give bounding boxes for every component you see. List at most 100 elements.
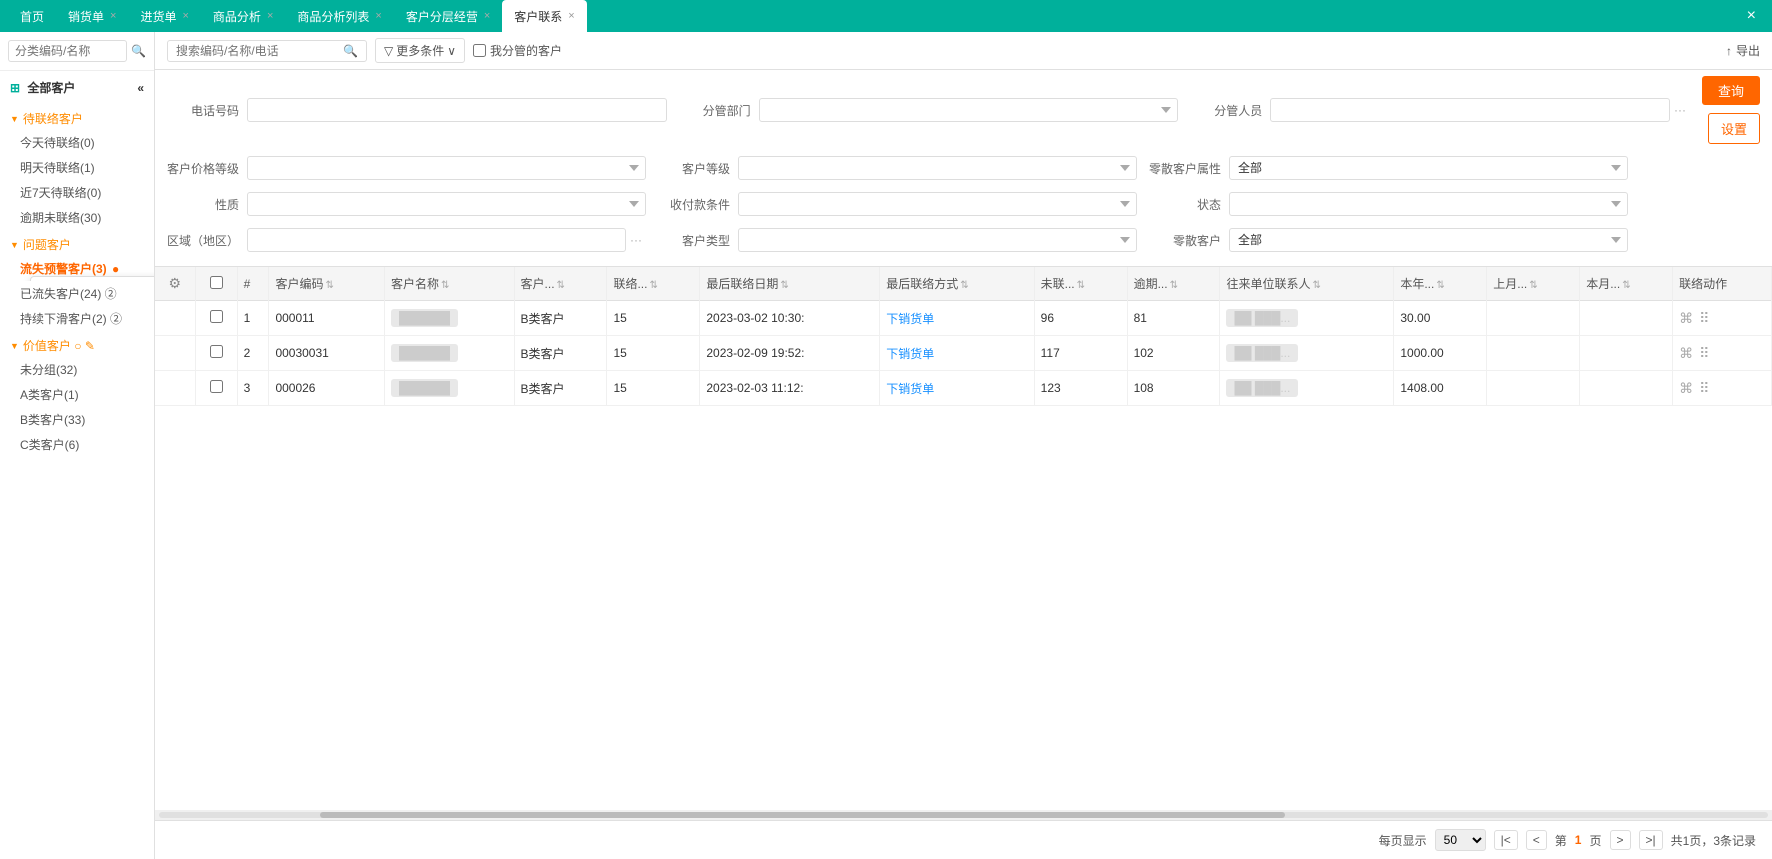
scrollbar-thumb[interactable] — [320, 812, 1285, 818]
td-last-contact-way-1[interactable]: 下销货单 — [880, 336, 1034, 371]
action-more-icon-1[interactable]: ⠿ — [1699, 345, 1709, 362]
th-last-month[interactable]: 上月...⇅ — [1487, 267, 1580, 301]
td-checkbox-0[interactable] — [195, 301, 237, 336]
filter-phone-input[interactable] — [247, 98, 667, 122]
sidebar-search-input[interactable] — [8, 40, 127, 62]
action-contact-icon-1[interactable]: ⌘ — [1679, 345, 1693, 362]
row-checkbox-2[interactable] — [210, 380, 223, 393]
tab-analysis[interactable]: 商品分析 × — [201, 0, 285, 32]
my-customers-checkbox[interactable] — [473, 44, 486, 57]
td-checkbox-1[interactable] — [195, 336, 237, 371]
filter-retail-attr-select[interactable]: 全部 — [1229, 156, 1628, 180]
filter-cust-type-select[interactable] — [738, 228, 1137, 252]
tab-purchase[interactable]: 进货单 × — [128, 0, 200, 32]
filter-search-icon[interactable]: 🔍 — [343, 44, 358, 58]
action-contact-icon-0[interactable]: ⌘ — [1679, 310, 1693, 327]
sidebar-item-today[interactable]: 今天待联络(0) — [0, 130, 154, 155]
tab-customer-tier[interactable]: 客户分层经营 × — [394, 0, 502, 32]
td-no-contact-1: 117 — [1034, 336, 1127, 371]
th-name[interactable]: 客户名称⇅ — [385, 267, 515, 301]
td-overdue-2: 108 — [1127, 371, 1220, 406]
close-analysis-list-tab[interactable]: × — [375, 10, 381, 22]
filter-status-select[interactable] — [1229, 192, 1628, 216]
sidebar-all-customers[interactable]: ⊞ 全部客户 « — [0, 71, 154, 104]
th-settings[interactable]: ⚙ — [155, 267, 195, 301]
sidebar-item-ungrouped[interactable]: 未分组(32) — [0, 357, 154, 382]
query-button[interactable]: 查询 — [1702, 76, 1760, 105]
action-contact-icon-2[interactable]: ⌘ — [1679, 380, 1693, 397]
th-this-month[interactable]: 本月...⇅ — [1580, 267, 1673, 301]
export-button[interactable]: ↑ 导出 — [1726, 42, 1760, 59]
contact-way-link-1[interactable]: 下销货单 — [886, 347, 934, 361]
td-action-2[interactable]: ⌘ ⠿ — [1673, 371, 1772, 406]
more-conditions-button[interactable]: ▽ 更多条件 ∨ — [375, 38, 465, 63]
close-analysis-tab[interactable]: × — [267, 10, 273, 22]
th-checkbox[interactable] — [195, 267, 237, 301]
tab-sales[interactable]: 销货单 × — [56, 0, 128, 32]
sidebar-item-churned[interactable]: 已流失客户(24) ② — [0, 281, 154, 306]
filter-payment-select[interactable] — [738, 192, 1137, 216]
table-settings-icon[interactable]: ⚙ — [168, 275, 181, 291]
sidebar-search-icon[interactable]: 🔍 — [131, 44, 146, 58]
action-more-icon-0[interactable]: ⠿ — [1699, 310, 1709, 327]
select-all-checkbox[interactable] — [210, 276, 223, 289]
close-sales-tab[interactable]: × — [110, 10, 116, 22]
td-last-contact-way-0[interactable]: 下销货单 — [880, 301, 1034, 336]
th-no-contact[interactable]: 未联...⇅ — [1034, 267, 1127, 301]
td-action-0[interactable]: ⌘ ⠿ — [1673, 301, 1772, 336]
th-this-year[interactable]: 本年...⇅ — [1394, 267, 1487, 301]
sidebar-item-class-b[interactable]: B类客户(33) — [0, 407, 154, 432]
setting-button[interactable]: 设置 — [1708, 113, 1760, 144]
td-action-1[interactable]: ⌘ ⠿ — [1673, 336, 1772, 371]
close-customer-tier-tab[interactable]: × — [484, 10, 490, 22]
filter-level-select[interactable] — [738, 156, 1137, 180]
action-more-icon-2[interactable]: ⠿ — [1699, 380, 1709, 397]
close-purchase-tab[interactable]: × — [182, 10, 188, 22]
sidebar-item-churn-warning[interactable]: 流失预警客户(3) ● 90天未交易的客户，可能有流失风险。 — [0, 256, 154, 281]
th-overdue[interactable]: 逾期...⇅ — [1127, 267, 1220, 301]
next-page-button[interactable]: > — [1610, 830, 1631, 850]
filter-dept-select[interactable] — [759, 98, 1179, 122]
filter-region-input[interactable] — [247, 228, 626, 252]
sidebar-collapse-icon[interactable]: « — [137, 81, 144, 95]
sidebar-item-7days[interactable]: 近7天待联络(0) — [0, 180, 154, 205]
row-checkbox-0[interactable] — [210, 310, 223, 323]
th-unit-contact[interactable]: 往来单位联系人⇅ — [1220, 267, 1394, 301]
horizontal-scrollbar[interactable] — [155, 810, 1772, 820]
filter-nature-select[interactable] — [247, 192, 646, 216]
my-customers-checkbox-wrapper[interactable]: 我分管的客户 — [473, 42, 562, 59]
filter-person-dots[interactable]: ··· — [1670, 103, 1690, 117]
prev-page-button[interactable]: < — [1526, 830, 1547, 850]
td-overdue-0: 81 — [1127, 301, 1220, 336]
th-type[interactable]: 客户...⇅ — [514, 267, 607, 301]
th-last-contact-date[interactable]: 最后联络日期⇅ — [700, 267, 880, 301]
filter-person-input[interactable] — [1270, 98, 1670, 122]
tab-customer-contact[interactable]: 客户联系 × — [502, 0, 586, 32]
filter-price-level-select[interactable] — [247, 156, 646, 180]
filter-region-dots[interactable]: ··· — [626, 233, 646, 247]
sidebar-item-declining[interactable]: 持续下滑客户(2) ② — [0, 306, 154, 331]
export-icon: ↑ — [1726, 44, 1732, 58]
sidebar-item-overdue[interactable]: 逾期未联络(30) — [0, 205, 154, 230]
filter-retail-cust-select[interactable]: 全部 — [1229, 228, 1628, 252]
last-page-button[interactable]: >| — [1639, 830, 1663, 850]
th-last-contact-way[interactable]: 最后联络方式⇅ — [880, 267, 1034, 301]
close-customer-contact-tab[interactable]: × — [568, 10, 574, 22]
th-contact[interactable]: 联络...⇅ — [607, 267, 700, 301]
sidebar-item-tomorrow[interactable]: 明天待联络(1) — [0, 155, 154, 180]
td-last-contact-way-2[interactable]: 下销货单 — [880, 371, 1034, 406]
contact-way-link-2[interactable]: 下销货单 — [886, 382, 934, 396]
row-checkbox-1[interactable] — [210, 345, 223, 358]
td-checkbox-2[interactable] — [195, 371, 237, 406]
close-all-tabs-button[interactable]: × — [1739, 7, 1764, 25]
sidebar-item-class-a[interactable]: A类客户(1) — [0, 382, 154, 407]
tab-home[interactable]: 首页 — [8, 0, 56, 32]
tab-analysis-list[interactable]: 商品分析列表 × — [285, 0, 393, 32]
first-page-button[interactable]: |< — [1494, 830, 1518, 850]
th-code[interactable]: 客户编码⇅ — [269, 267, 385, 301]
per-page-select[interactable]: 50 100 200 — [1435, 829, 1486, 851]
sidebar-item-class-c[interactable]: C类客户(6) — [0, 432, 154, 457]
contact-way-link-0[interactable]: 下销货单 — [886, 312, 934, 326]
filter-phone-field: 电话号码 — [167, 98, 667, 122]
filter-search-input[interactable] — [176, 44, 339, 58]
